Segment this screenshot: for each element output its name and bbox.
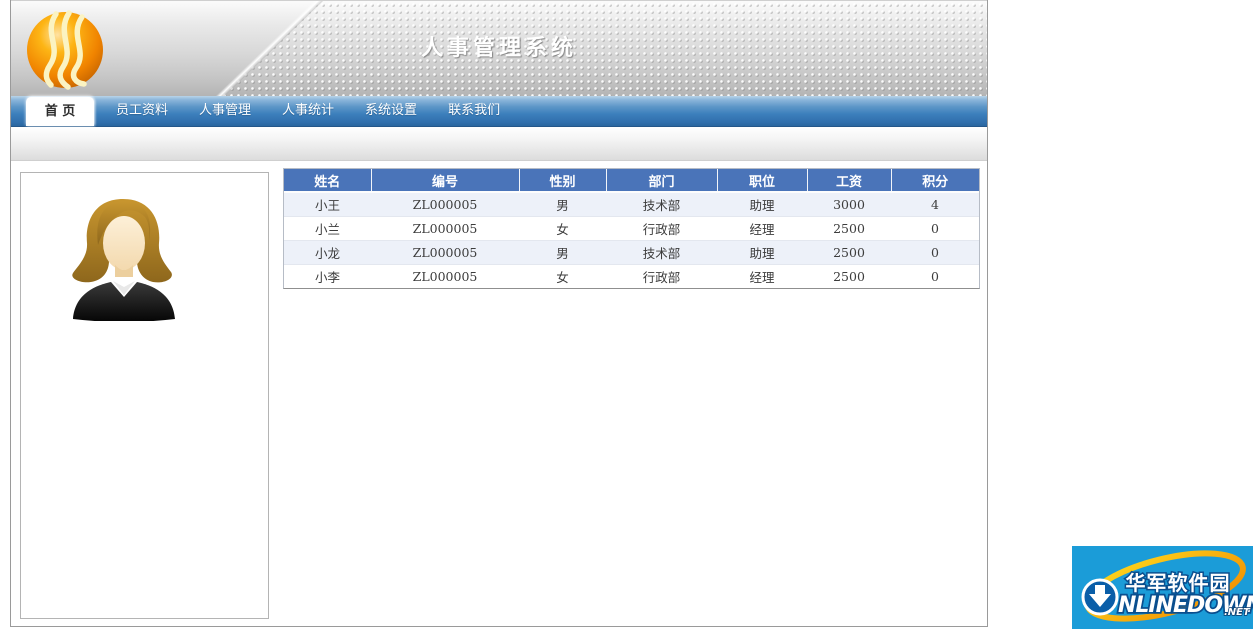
nav-tab-0[interactable]: 首 页 — [26, 97, 94, 126]
employee-table-wrap: 姓名编号性别部门职位工资积分 小王ZL000005男技术部助理30004小兰ZL… — [283, 168, 980, 289]
screen: { "app": { "title": "人事管理系统" }, "nav": {… — [0, 0, 1253, 629]
employee-table-header-row: 姓名编号性别部门职位工资积分 — [284, 169, 979, 192]
table-cell: ZL000005 — [371, 264, 519, 288]
watermark-net-suffix: .NET — [1224, 607, 1251, 618]
page-title: 人事管理系统 — [11, 30, 987, 62]
table-cell: 小王 — [284, 192, 371, 216]
table-cell: 小龙 — [284, 240, 371, 264]
nav-bar: 首 页员工资料人事管理人事统计系统设置联系我们 — [11, 96, 987, 127]
table-cell: 行政部 — [606, 216, 717, 240]
nav-tab-5[interactable]: 联系我们 — [442, 95, 506, 126]
table-cell: 2500 — [807, 240, 891, 264]
column-header: 积分 — [891, 169, 979, 192]
table-cell: 3000 — [807, 192, 891, 216]
table-cell: 经理 — [717, 264, 807, 288]
table-cell: 男 — [519, 240, 606, 264]
table-cell: 经理 — [717, 216, 807, 240]
table-cell: 4 — [891, 192, 979, 216]
table-cell: 2500 — [807, 216, 891, 240]
table-cell: 0 — [891, 264, 979, 288]
table-cell: ZL000005 — [371, 240, 519, 264]
table-cell: 男 — [519, 192, 606, 216]
table-row[interactable]: 小李ZL000005女行政部经理25000 — [284, 264, 979, 288]
table-row[interactable]: 小兰ZL000005女行政部经理25000 — [284, 216, 979, 240]
column-header: 工资 — [807, 169, 891, 192]
female-avatar-icon — [63, 191, 183, 321]
table-cell: 女 — [519, 264, 606, 288]
table-cell: 2500 — [807, 264, 891, 288]
table-cell: 0 — [891, 240, 979, 264]
employee-table-body: 小王ZL000005男技术部助理30004小兰ZL000005女行政部经理250… — [284, 192, 979, 288]
table-cell: 助理 — [717, 240, 807, 264]
column-header: 编号 — [371, 169, 519, 192]
table-cell: ZL000005 — [371, 216, 519, 240]
nav-tab-1[interactable]: 员工资料 — [110, 95, 174, 126]
column-header: 性别 — [519, 169, 606, 192]
column-header: 姓名 — [284, 169, 371, 192]
table-row[interactable]: 小王ZL000005男技术部助理30004 — [284, 192, 979, 216]
table-cell: 女 — [519, 216, 606, 240]
table-cell: 技术部 — [606, 240, 717, 264]
main-content: 姓名编号性别部门职位工资积分 小王ZL000005男技术部助理30004小兰ZL… — [11, 161, 987, 625]
table-cell: 小李 — [284, 264, 371, 288]
app-header: 人事管理系统 — [11, 0, 987, 96]
table-cell: ZL000005 — [371, 192, 519, 216]
table-cell: 助理 — [717, 192, 807, 216]
table-cell: 0 — [891, 216, 979, 240]
nav-tab-2[interactable]: 人事管理 — [193, 95, 257, 126]
nav-tab-4[interactable]: 系统设置 — [359, 95, 423, 126]
employee-table: 姓名编号性别部门职位工资积分 小王ZL000005男技术部助理30004小兰ZL… — [284, 169, 979, 288]
nav-tab-3[interactable]: 人事统计 — [276, 95, 340, 126]
toolbar-strip — [11, 127, 987, 161]
huajun-onlinedown-watermark-logo: 华军软件园 NLINEDOWN .NET — [1072, 546, 1253, 629]
column-header: 部门 — [606, 169, 717, 192]
table-row[interactable]: 小龙ZL000005男技术部助理25000 — [284, 240, 979, 264]
app-container: 人事管理系统 首 页员工资料人事管理人事统计系统设置联系我们 — [10, 0, 988, 627]
table-cell: 行政部 — [606, 264, 717, 288]
table-cell: 技术部 — [606, 192, 717, 216]
column-header: 职位 — [717, 169, 807, 192]
table-cell: 小兰 — [284, 216, 371, 240]
watermark-cn-text: 华军软件园 — [1126, 571, 1231, 595]
profile-panel — [20, 172, 269, 619]
